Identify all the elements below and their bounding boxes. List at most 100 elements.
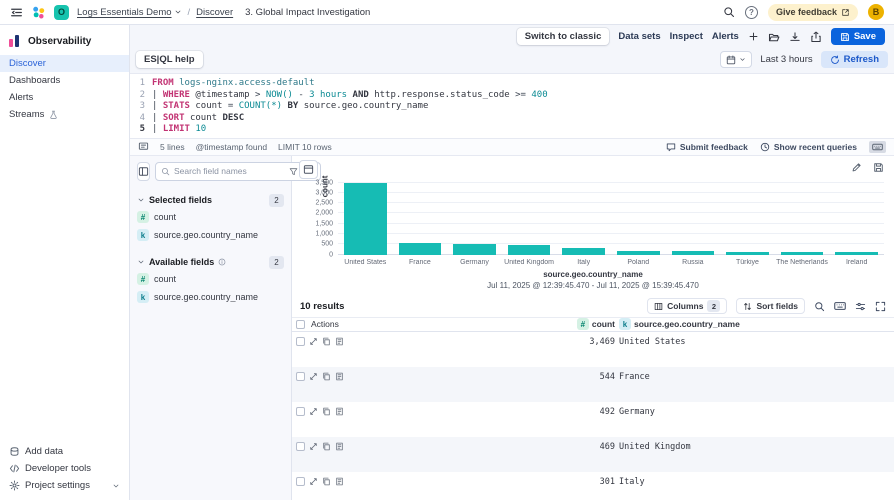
field-item-source.geo.country_name[interactable]: ksource.geo.country_name	[137, 290, 284, 305]
inspect-button[interactable]: Inspect	[670, 31, 703, 42]
view-document-icon[interactable]	[335, 477, 344, 486]
view-document-icon[interactable]	[335, 372, 344, 381]
breadcrumb-project[interactable]: Logs Essentials Demo	[77, 7, 182, 18]
columns-button[interactable]: Columns 2	[647, 298, 727, 314]
bar-Poland[interactable]	[617, 251, 660, 254]
sidebar-item-streams[interactable]: Streams	[0, 106, 129, 123]
expand-row-icon[interactable]	[309, 337, 318, 346]
give-feedback-button[interactable]: Give feedback	[768, 4, 858, 21]
bar-Russia[interactable]	[672, 251, 715, 254]
chart-plot[interactable]	[338, 183, 884, 255]
copy-icon[interactable]	[322, 442, 331, 451]
country-cell[interactable]: Italy	[615, 477, 894, 487]
share-icon[interactable]	[810, 31, 822, 43]
editor-line[interactable]: 3| STATS count = COUNT(*) BY source.geo.…	[130, 101, 894, 113]
expand-row-icon[interactable]	[309, 442, 318, 451]
row-checkbox[interactable]	[296, 477, 305, 486]
save-visualization-icon[interactable]	[873, 162, 884, 173]
submit-feedback-button[interactable]: Submit feedback	[666, 142, 748, 152]
bar-France[interactable]	[399, 243, 442, 254]
editor-line[interactable]: 2| WHERE @timestamp > NOW() - 3 hours AN…	[130, 90, 894, 102]
row-checkbox[interactable]	[296, 407, 305, 416]
bar-Italy[interactable]	[562, 248, 605, 254]
show-recent-queries-button[interactable]: Show recent queries	[760, 142, 857, 152]
editor-line[interactable]: 4| SORT count DESC	[130, 113, 894, 125]
expand-row-icon[interactable]	[309, 372, 318, 381]
view-document-icon[interactable]	[335, 337, 344, 346]
sidebar-item-add-data[interactable]: Add data	[0, 443, 129, 460]
view-document-icon[interactable]	[335, 442, 344, 451]
keyboard-shortcut-icon[interactable]	[869, 141, 886, 153]
display-options-icon[interactable]	[855, 301, 866, 312]
count-cell[interactable]: 469	[348, 442, 615, 452]
open-folder-icon[interactable]	[768, 31, 780, 43]
bar-Ireland[interactable]	[835, 252, 878, 254]
sidebar-item-developer-tools[interactable]: Developer tools	[0, 460, 129, 477]
fullscreen-icon[interactable]	[875, 301, 886, 312]
field-item-count[interactable]: #count	[137, 210, 284, 225]
count-cell[interactable]: 492	[348, 407, 615, 417]
download-icon[interactable]	[789, 31, 801, 43]
bar-United States[interactable]	[344, 183, 387, 254]
country-column-header[interactable]: k source.geo.country_name	[619, 318, 740, 330]
bar-United Kingdom[interactable]	[508, 245, 551, 255]
field-search-input[interactable]	[174, 166, 285, 176]
edit-visualization-icon[interactable]	[851, 162, 862, 173]
refresh-button[interactable]: Refresh	[821, 51, 888, 68]
user-avatar[interactable]: B	[868, 4, 884, 20]
field-item-count[interactable]: #count	[137, 272, 284, 287]
expand-row-icon[interactable]	[309, 477, 318, 486]
view-document-icon[interactable]	[335, 407, 344, 416]
editor-line[interactable]: 5| LIMIT 10	[130, 124, 894, 136]
help-icon[interactable]: ?	[745, 6, 758, 19]
row-checkbox[interactable]	[296, 442, 305, 451]
country-cell[interactable]: United States	[615, 337, 894, 347]
data-sets-button[interactable]: Data sets	[618, 31, 660, 42]
country-cell[interactable]: Germany	[615, 407, 894, 417]
save-button[interactable]: Save	[831, 28, 885, 45]
sidebar-item-dashboards[interactable]: Dashboards	[0, 72, 129, 89]
keyboard-icon[interactable]	[834, 301, 846, 311]
sidebar-item-discover[interactable]: Discover	[0, 55, 129, 72]
info-icon[interactable]	[218, 258, 226, 266]
count-cell[interactable]: 301	[348, 477, 615, 487]
bar-Germany[interactable]	[453, 244, 496, 254]
row-checkbox[interactable]	[296, 372, 305, 381]
field-item-source.geo.country_name[interactable]: ksource.geo.country_name	[137, 228, 284, 243]
space-badge[interactable]: O	[54, 5, 69, 20]
country-cell[interactable]: United Kingdom	[615, 442, 894, 452]
breadcrumb-app[interactable]: Discover	[196, 7, 233, 18]
sort-fields-button[interactable]: Sort fields	[736, 298, 805, 314]
count-column-header[interactable]: # count	[577, 318, 615, 330]
search-in-table-icon[interactable]	[814, 301, 825, 312]
time-range-value[interactable]: Last 3 hours	[760, 54, 812, 65]
copy-icon[interactable]	[322, 407, 331, 416]
alerts-button[interactable]: Alerts	[712, 31, 739, 42]
collapse-fields-panel-button[interactable]	[137, 162, 150, 181]
esql-help-button[interactable]: ES|QL help	[136, 51, 203, 68]
sidebar-item-alerts[interactable]: Alerts	[0, 89, 129, 106]
selected-fields-accordion[interactable]: Selected fields 2	[137, 194, 284, 207]
bar-Türkiye[interactable]	[726, 252, 769, 255]
elastic-logo-icon[interactable]	[31, 5, 46, 20]
count-cell[interactable]: 3,469	[348, 337, 615, 347]
count-cell[interactable]: 544	[348, 372, 615, 382]
search-icon[interactable]	[723, 6, 735, 18]
sidebar-item-project-settings[interactable]: Project settings	[0, 477, 129, 494]
select-all-checkbox[interactable]	[296, 320, 305, 329]
row-checkbox[interactable]	[296, 337, 305, 346]
country-cell[interactable]: France	[615, 372, 894, 382]
copy-icon[interactable]	[322, 372, 331, 381]
esql-editor[interactable]: 1FROM logs-nginx.access-default2| WHERE …	[130, 73, 894, 138]
new-session-plus-icon[interactable]	[748, 31, 759, 42]
copy-icon[interactable]	[322, 337, 331, 346]
bar-The Netherlands[interactable]	[781, 252, 824, 255]
expand-row-icon[interactable]	[309, 407, 318, 416]
calendar-button[interactable]	[720, 51, 752, 68]
hide-chart-button[interactable]	[299, 160, 318, 179]
menu-collapse-icon[interactable]	[10, 6, 23, 19]
feedback-doc-icon[interactable]	[138, 141, 149, 152]
editor-line[interactable]: 1FROM logs-nginx.access-default	[130, 78, 894, 90]
available-fields-accordion[interactable]: Available fields 2	[137, 256, 284, 269]
switch-to-classic-button[interactable]: Switch to classic	[517, 28, 610, 45]
